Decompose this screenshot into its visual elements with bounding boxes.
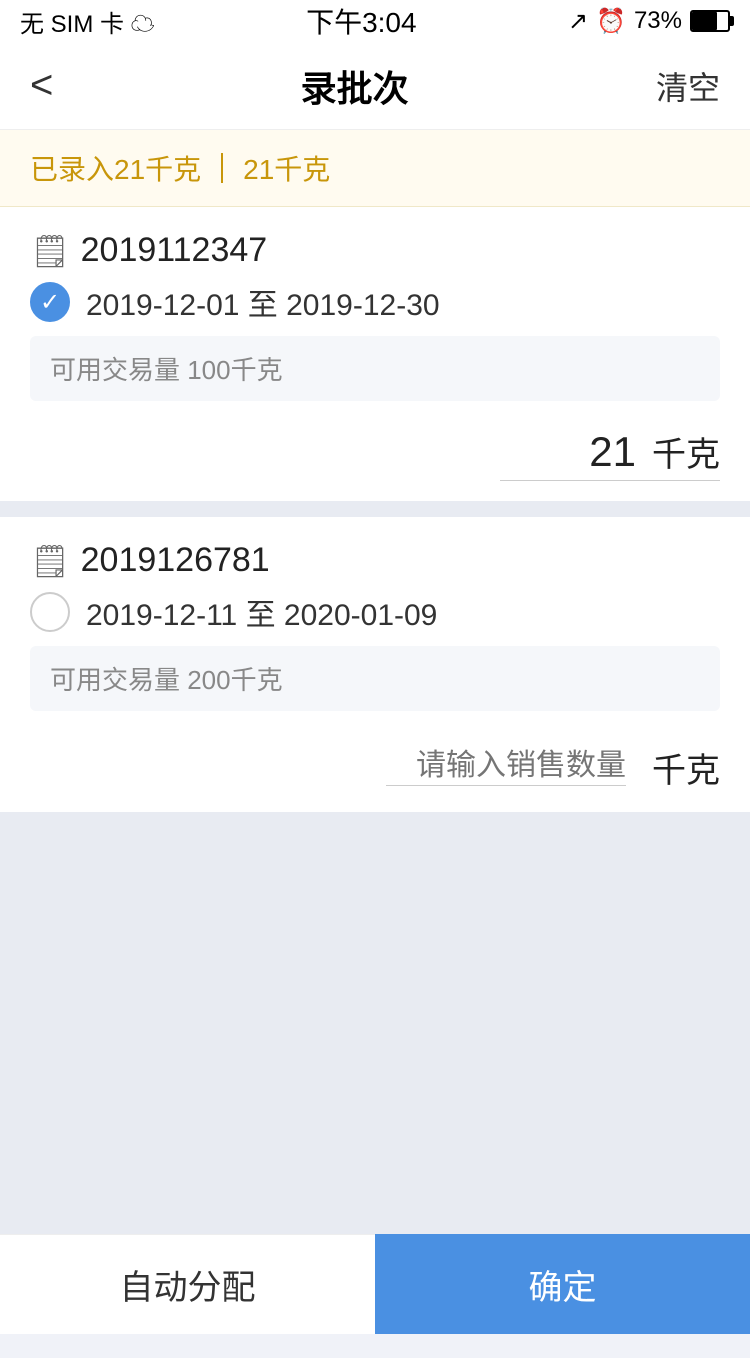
quantity-display-1: 21 千克 <box>0 417 750 480</box>
available-row-2: 可用交易量 200千克 <box>30 646 720 711</box>
batch-date-row-2[interactable]: 2019-12-11 至 2020-01-09 <box>0 590 750 646</box>
recorded-label: 已录入21千克 <box>30 148 201 188</box>
location-icon: ↗ <box>568 7 588 36</box>
section-separator-2 <box>0 812 750 828</box>
available-row-1: 可用交易量 100千克 <box>30 336 720 401</box>
batch-date-row-1[interactable]: ✓ 2019-12-01 至 2019-12-30 <box>0 280 750 336</box>
quantity-underline-1 <box>0 480 750 501</box>
auto-distribute-button[interactable]: 自动分配 <box>0 1234 375 1334</box>
batch-header-1: 🗒 2019112347 <box>0 207 750 280</box>
back-button[interactable]: < <box>30 63 53 108</box>
quantity-input-2[interactable] <box>240 749 626 783</box>
summary-bar: 已录入21千克 21千克 <box>0 130 750 207</box>
summary-divider <box>221 153 223 183</box>
quantity-value-1: 21 <box>589 428 636 476</box>
batch-doc-icon-2: 🗒 <box>30 542 71 580</box>
underline-line-1 <box>500 480 720 481</box>
alarm-icon: ⏰ <box>596 7 626 36</box>
batch-doc-icon-1: 🗒 <box>30 232 71 270</box>
page-title: 录批次 <box>301 60 409 112</box>
quantity-unit-2: 千克 <box>652 743 720 792</box>
input-underline-2 <box>386 785 626 786</box>
batch-date-2: 2019-12-11 至 2020-01-09 <box>86 590 437 634</box>
battery-label: 73% <box>634 7 682 35</box>
batch-id-1: 2019112347 <box>81 231 268 270</box>
batch-card-2: 🗒 2019126781 2019-12-11 至 2020-01-09 可用交… <box>0 517 750 812</box>
clear-button[interactable]: 清空 <box>656 63 720 109</box>
nav-bar: < 录批次 清空 <box>0 42 750 130</box>
bottom-bar: 自动分配 确定 <box>0 1234 750 1334</box>
batch-header-2: 🗒 2019126781 <box>0 517 750 590</box>
available-text-2: 可用交易量 200千克 <box>50 665 283 695</box>
status-left: 无 SIM 卡 ☁ <box>20 4 155 39</box>
empty-area <box>0 828 750 1258</box>
input-wrapper-2 <box>240 749 626 786</box>
batch-radio-1[interactable]: ✓ <box>30 282 70 322</box>
batch-date-1: 2019-12-01 至 2019-12-30 <box>86 280 440 324</box>
battery-icon <box>690 10 730 32</box>
section-separator-1 <box>0 501 750 517</box>
available-text-1: 可用交易量 100千克 <box>50 355 283 385</box>
quantity-unit-1: 千克 <box>652 427 720 476</box>
status-time: 下午3:04 <box>306 1 417 41</box>
check-icon-1: ✓ <box>40 288 60 317</box>
batch-radio-2[interactable] <box>30 592 70 632</box>
status-right: ↗ ⏰ 73% <box>568 7 730 36</box>
total-label: 21千克 <box>243 148 330 188</box>
quantity-input-row-2[interactable]: 千克 <box>0 727 750 812</box>
confirm-button[interactable]: 确定 <box>375 1234 750 1334</box>
sim-label: 无 SIM 卡 ☁ <box>20 4 155 39</box>
batch-card-1: 🗒 2019112347 ✓ 2019-12-01 至 2019-12-30 可… <box>0 207 750 501</box>
batch-id-2: 2019126781 <box>81 541 270 580</box>
status-bar: 无 SIM 卡 ☁ 下午3:04 ↗ ⏰ 73% <box>0 0 750 42</box>
